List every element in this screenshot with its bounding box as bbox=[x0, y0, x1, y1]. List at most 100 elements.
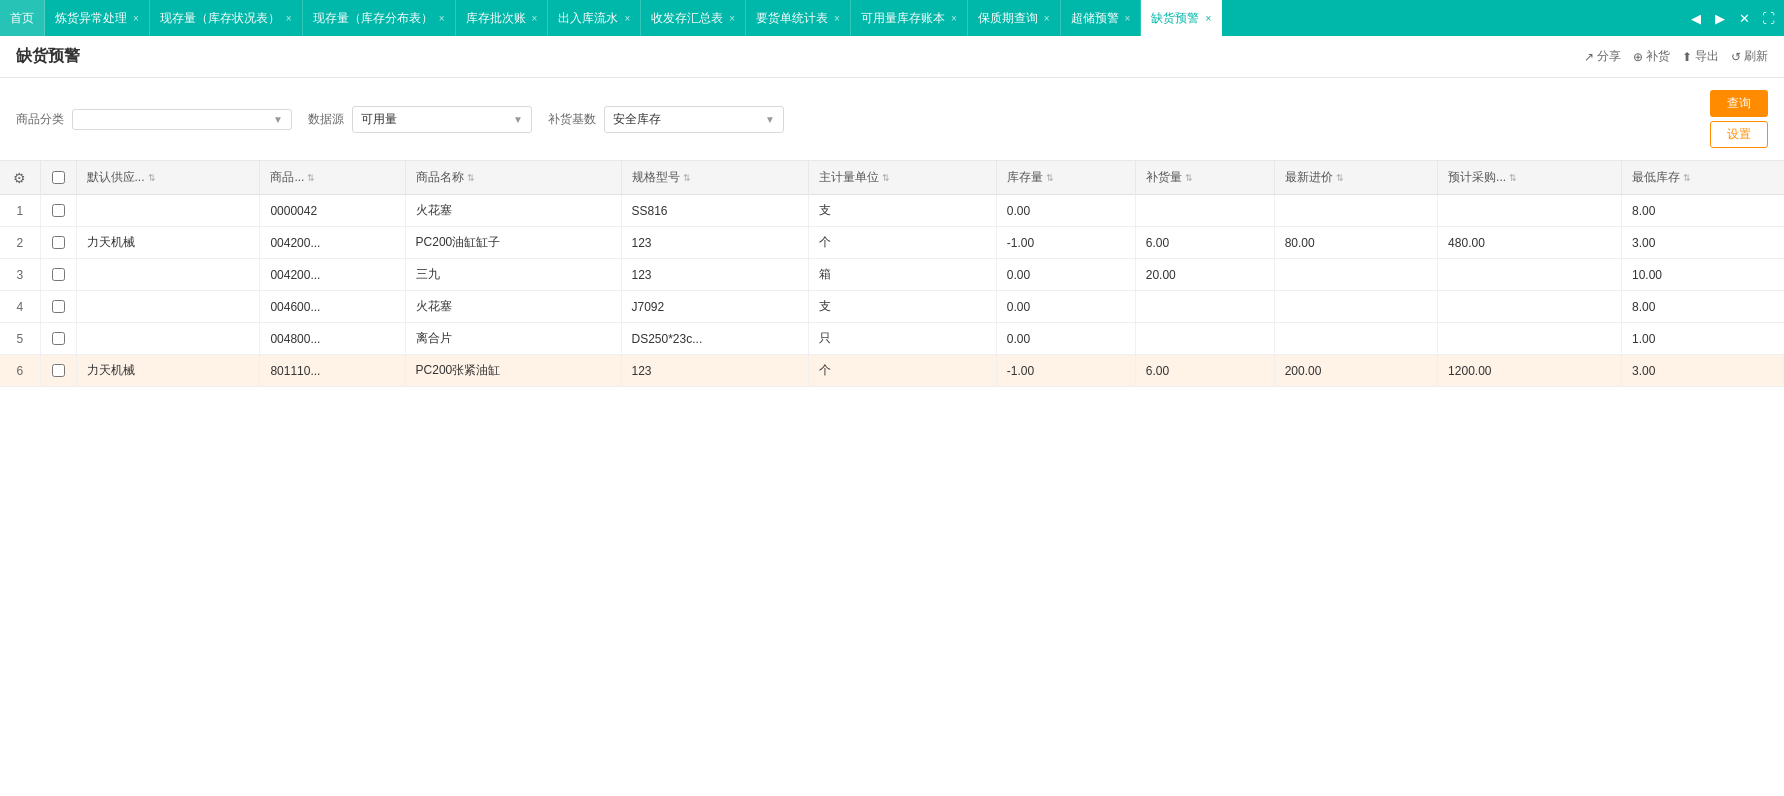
nav-tab-9[interactable]: 保质期查询 × bbox=[968, 0, 1061, 36]
row-checkbox-1[interactable] bbox=[52, 236, 65, 249]
settings-gear-icon[interactable]: ⚙ bbox=[13, 170, 26, 186]
nav-tab-home[interactable]: 首页 bbox=[0, 0, 45, 36]
row-estimated-purchase bbox=[1438, 195, 1622, 227]
table-body: 1 0000042 火花塞 SS816 支 0.00 8.00 2 力天机械 0… bbox=[0, 195, 1784, 387]
replenish-base-select[interactable]: 安全库存 ▼ bbox=[604, 106, 784, 133]
th-spec-sort-icon[interactable]: ⇅ bbox=[683, 173, 691, 183]
nav-tab-8[interactable]: 可用量库存账本 × bbox=[851, 0, 968, 36]
close-tab-9[interactable]: × bbox=[1044, 13, 1050, 24]
nav-close-button[interactable]: ✕ bbox=[1732, 6, 1756, 30]
close-tab-4[interactable]: × bbox=[532, 13, 538, 24]
category-select[interactable]: ▼ bbox=[72, 109, 292, 130]
row-min-stock: 8.00 bbox=[1622, 291, 1784, 323]
close-tab-7[interactable]: × bbox=[834, 13, 840, 24]
row-estimated-purchase bbox=[1438, 291, 1622, 323]
close-tab-5[interactable]: × bbox=[624, 13, 630, 24]
table-row: 6 力天机械 801110... PC200张紧油缸 123 个 -1.00 6… bbox=[0, 355, 1784, 387]
share-button[interactable]: ↗ 分享 bbox=[1584, 48, 1621, 65]
nav-tab-4[interactable]: 库存批次账 × bbox=[456, 0, 549, 36]
row-supplier: 力天机械 bbox=[76, 355, 260, 387]
row-stock: 0.00 bbox=[996, 291, 1135, 323]
replenish-base-label: 补货基数 bbox=[548, 111, 596, 128]
th-latest-price-sort-icon[interactable]: ⇅ bbox=[1336, 173, 1344, 183]
page-header: 缺货预警 ↗ 分享 ⊕ 补货 ⬆ 导出 ↺ 刷新 bbox=[0, 36, 1784, 78]
filter-actions: 查询 设置 bbox=[1710, 90, 1768, 148]
row-unit: 个 bbox=[808, 355, 996, 387]
close-tab-3[interactable]: × bbox=[439, 13, 445, 24]
th-min-stock-label: 最低库存 bbox=[1632, 169, 1680, 186]
row-spec: 123 bbox=[621, 227, 808, 259]
nav-tab-11[interactable]: 缺货预警 × bbox=[1141, 0, 1222, 36]
close-tab-8[interactable]: × bbox=[951, 13, 957, 24]
nav-next-button[interactable]: ▶ bbox=[1708, 6, 1732, 30]
row-product-name: 火花塞 bbox=[405, 291, 621, 323]
th-min-stock-sort-icon[interactable]: ⇅ bbox=[1683, 173, 1691, 183]
refresh-icon: ↺ bbox=[1731, 50, 1741, 64]
th-product-code-sort-icon[interactable]: ⇅ bbox=[307, 173, 315, 183]
row-checkbox-5[interactable] bbox=[52, 364, 65, 377]
row-estimated-purchase bbox=[1438, 259, 1622, 291]
close-tab-11[interactable]: × bbox=[1205, 13, 1211, 24]
row-supplier bbox=[76, 195, 260, 227]
settings-button[interactable]: 设置 bbox=[1710, 121, 1768, 148]
th-stock-sort-icon[interactable]: ⇅ bbox=[1046, 173, 1054, 183]
replenish-button[interactable]: ⊕ 补货 bbox=[1633, 48, 1670, 65]
close-tab-10[interactable]: × bbox=[1125, 13, 1131, 24]
row-latest-price bbox=[1274, 259, 1437, 291]
table-row: 1 0000042 火花塞 SS816 支 0.00 8.00 bbox=[0, 195, 1784, 227]
row-replenish: 6.00 bbox=[1135, 355, 1274, 387]
row-check-cell bbox=[40, 291, 76, 323]
table-row: 4 004600... 火花塞 J7092 支 0.00 8.00 bbox=[0, 291, 1784, 323]
nav-tab-2[interactable]: 现存量（库存状况表） × bbox=[150, 0, 303, 36]
th-replenish-sort-icon[interactable]: ⇅ bbox=[1185, 173, 1193, 183]
row-number: 3 bbox=[0, 259, 40, 291]
nav-tab-6[interactable]: 收发存汇总表 × bbox=[641, 0, 746, 36]
row-checkbox-3[interactable] bbox=[52, 300, 65, 313]
row-number: 1 bbox=[0, 195, 40, 227]
th-unit-sort-icon[interactable]: ⇅ bbox=[882, 173, 890, 183]
th-estimated-purchase-sort-icon[interactable]: ⇅ bbox=[1509, 173, 1517, 183]
th-stock-label: 库存量 bbox=[1007, 169, 1043, 186]
th-supplier: 默认供应... ⇅ bbox=[76, 161, 260, 195]
replenish-base-filter-group: 补货基数 安全库存 ▼ bbox=[548, 106, 784, 133]
nav-tab-1[interactable]: 炼货异常处理 × bbox=[45, 0, 150, 36]
row-number: 2 bbox=[0, 227, 40, 259]
nav-tab-3[interactable]: 现存量（库存分布表） × bbox=[303, 0, 456, 36]
th-estimated-purchase-label: 预计采购... bbox=[1448, 169, 1506, 186]
close-tab-1[interactable]: × bbox=[133, 13, 139, 24]
query-button[interactable]: 查询 bbox=[1710, 90, 1768, 117]
th-unit: 主计量单位 ⇅ bbox=[808, 161, 996, 195]
th-latest-price-label: 最新进价 bbox=[1285, 169, 1333, 186]
row-product-name: 火花塞 bbox=[405, 195, 621, 227]
top-navigation: 首页 炼货异常处理 × 现存量（库存状况表） × 现存量（库存分布表） × 库存… bbox=[0, 0, 1784, 36]
th-check bbox=[40, 161, 76, 195]
table-row: 3 004200... 三九 123 箱 0.00 20.00 10.00 bbox=[0, 259, 1784, 291]
nav-prev-button[interactable]: ◀ bbox=[1684, 6, 1708, 30]
nav-tab-7[interactable]: 要货单统计表 × bbox=[746, 0, 851, 36]
nav-tab-5[interactable]: 出入库流水 × bbox=[548, 0, 641, 36]
th-estimated-purchase: 预计采购... ⇅ bbox=[1438, 161, 1622, 195]
close-tab-6[interactable]: × bbox=[729, 13, 735, 24]
row-supplier: 力天机械 bbox=[76, 227, 260, 259]
datasource-select[interactable]: 可用量 ▼ bbox=[352, 106, 532, 133]
select-all-checkbox[interactable] bbox=[52, 171, 65, 184]
row-stock: 0.00 bbox=[996, 323, 1135, 355]
refresh-button[interactable]: ↺ 刷新 bbox=[1731, 48, 1768, 65]
row-supplier bbox=[76, 323, 260, 355]
row-spec: DS250*23c... bbox=[621, 323, 808, 355]
nav-tab-10[interactable]: 超储预警 × bbox=[1061, 0, 1142, 36]
row-min-stock: 3.00 bbox=[1622, 227, 1784, 259]
row-checkbox-0[interactable] bbox=[52, 204, 65, 217]
th-stock: 库存量 ⇅ bbox=[996, 161, 1135, 195]
row-check-cell bbox=[40, 227, 76, 259]
row-checkbox-2[interactable] bbox=[52, 268, 65, 281]
row-latest-price bbox=[1274, 195, 1437, 227]
th-product-name-sort-icon[interactable]: ⇅ bbox=[467, 173, 475, 183]
row-product-code: 801110... bbox=[260, 355, 405, 387]
category-filter-group: 商品分类 ▼ bbox=[16, 109, 292, 130]
close-tab-2[interactable]: × bbox=[286, 13, 292, 24]
th-supplier-sort-icon[interactable]: ⇅ bbox=[148, 173, 156, 183]
nav-maximize-button[interactable]: ⛶ bbox=[1756, 6, 1780, 30]
export-button[interactable]: ⬆ 导出 bbox=[1682, 48, 1719, 65]
row-checkbox-4[interactable] bbox=[52, 332, 65, 345]
